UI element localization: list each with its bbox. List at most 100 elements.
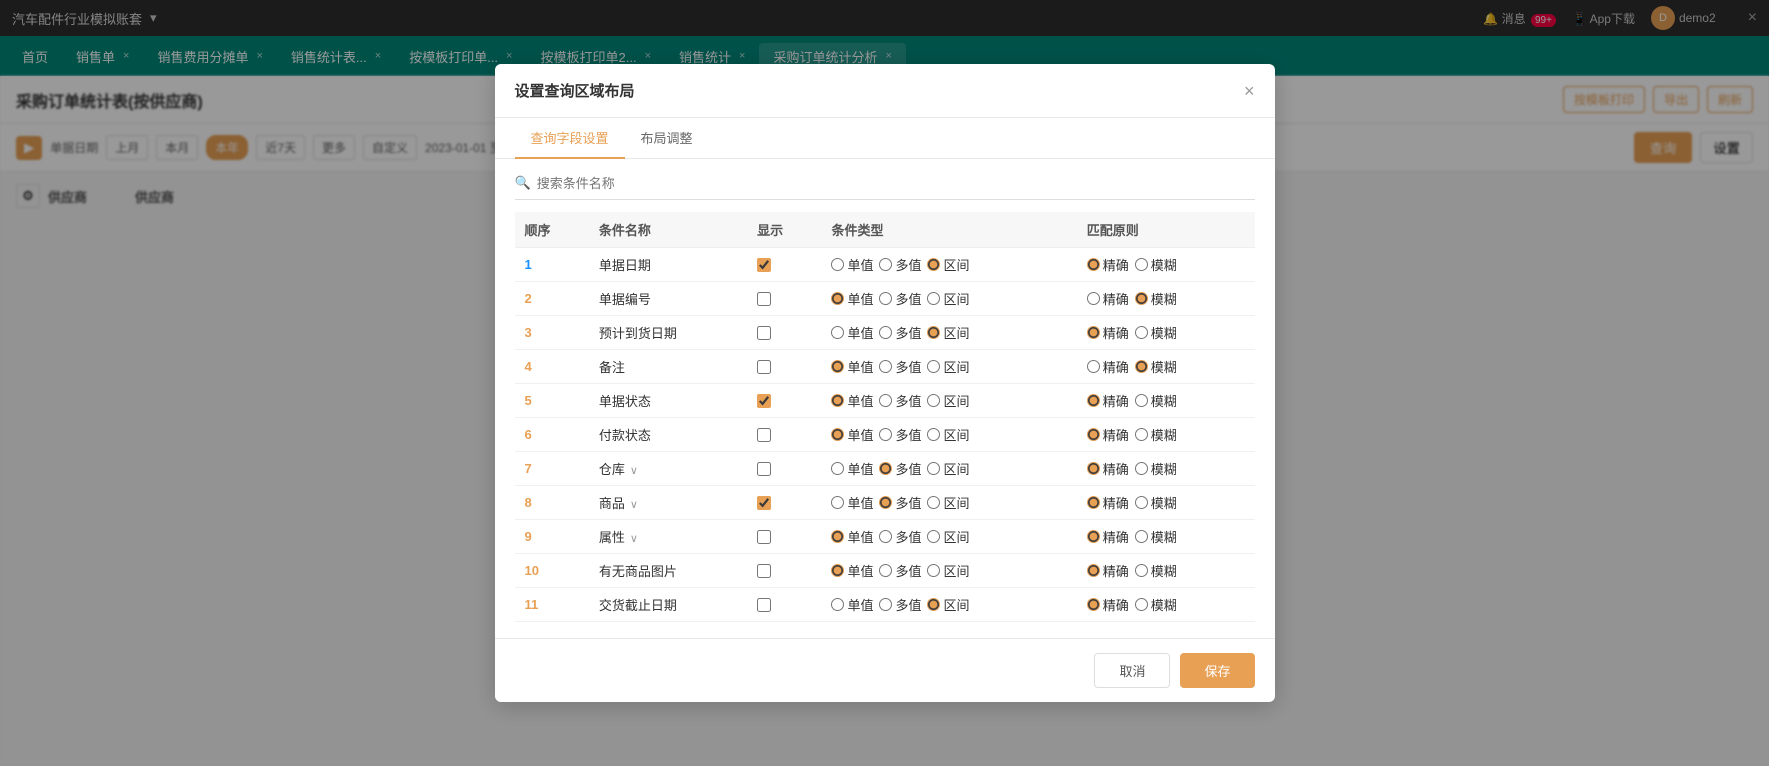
match-radio-item[interactable]: 模糊	[1135, 323, 1177, 342]
display-checkbox[interactable]	[757, 326, 771, 340]
table-row: 11交货截止日期单值多值区间精确模糊	[515, 588, 1255, 622]
type-radio-item[interactable]: 区间	[927, 255, 969, 274]
match-radio-item[interactable]: 模糊	[1135, 391, 1177, 410]
match-radio-item[interactable]: 模糊	[1135, 357, 1177, 376]
match-radio-item[interactable]: 精确	[1087, 391, 1129, 410]
type-radio-item[interactable]: 区间	[927, 391, 969, 410]
row-display	[747, 248, 821, 282]
row-match: 精确模糊	[1077, 350, 1255, 384]
type-radio-item[interactable]: 多值	[879, 289, 921, 308]
row-display	[747, 520, 821, 554]
type-radio-item[interactable]: 单值	[831, 255, 873, 274]
row-display	[747, 486, 821, 520]
type-radio-item[interactable]: 单值	[831, 527, 873, 546]
type-radio-item[interactable]: 多值	[879, 255, 921, 274]
table-row: 6付款状态 单值多值区间 精确模糊	[515, 418, 1255, 452]
row-name: 单据日期	[589, 248, 747, 282]
row-display	[747, 418, 821, 452]
type-radio-item[interactable]: 区间	[927, 425, 969, 444]
display-checkbox[interactable]	[757, 564, 771, 578]
match-radio-item[interactable]: 模糊	[1135, 493, 1177, 512]
type-radio-item[interactable]: 区间	[927, 493, 969, 512]
table-row: 4备注单值多值区间精确模糊	[515, 350, 1255, 384]
row-name: 付款状态	[589, 418, 747, 452]
row-type: 单值多值区间	[821, 316, 1076, 350]
modal-tab-query-fields[interactable]: 查询字段设置	[515, 118, 625, 159]
type-radio-item[interactable]: 区间	[927, 357, 969, 376]
row-order: 6	[515, 418, 589, 452]
match-radio-item[interactable]: 模糊	[1135, 289, 1177, 308]
type-radio-item[interactable]: 多值	[879, 459, 921, 478]
display-checkbox[interactable]	[757, 258, 771, 272]
type-radio-item[interactable]: 单值	[831, 595, 873, 614]
type-radio-item[interactable]: 单值	[831, 391, 873, 410]
save-btn[interactable]: 保存	[1180, 653, 1254, 688]
type-radio-item[interactable]: 多值	[879, 391, 921, 410]
type-radio-item[interactable]: 单值	[831, 323, 873, 342]
row-type: 单值多值区间	[821, 282, 1076, 316]
type-radio-item[interactable]: 单值	[831, 289, 873, 308]
row-order: 3	[515, 316, 589, 350]
modal-footer: 取消 保存	[495, 638, 1275, 702]
display-checkbox[interactable]	[757, 530, 771, 544]
match-radio-item[interactable]: 精确	[1087, 493, 1129, 512]
display-checkbox[interactable]	[757, 462, 771, 476]
row-type: 单值多值区间	[821, 588, 1076, 622]
type-radio-item[interactable]: 多值	[879, 527, 921, 546]
type-radio-item[interactable]: 多值	[879, 323, 921, 342]
display-checkbox[interactable]	[757, 292, 771, 306]
type-radio-item[interactable]: 区间	[927, 595, 969, 614]
match-radio-item[interactable]: 精确	[1087, 561, 1129, 580]
row-order: 1	[515, 248, 589, 282]
match-radio-item[interactable]: 精确	[1087, 527, 1129, 546]
modal-tab-layout[interactable]: 布局调整	[625, 118, 709, 159]
match-radio-item[interactable]: 精确	[1087, 323, 1129, 342]
modal-close-btn[interactable]: ×	[1244, 82, 1255, 100]
match-radio-item[interactable]: 精确	[1087, 357, 1129, 376]
type-radio-item[interactable]: 区间	[927, 323, 969, 342]
display-checkbox[interactable]	[757, 598, 771, 612]
type-radio-item[interactable]: 区间	[927, 527, 969, 546]
row-name: 单据状态	[589, 384, 747, 418]
match-radio-item[interactable]: 模糊	[1135, 595, 1177, 614]
type-radio-item[interactable]: 单值	[831, 493, 873, 512]
type-radio-item[interactable]: 多值	[879, 595, 921, 614]
type-radio-item[interactable]: 多值	[879, 561, 921, 580]
row-display	[747, 452, 821, 486]
row-match: 精确模糊	[1077, 452, 1255, 486]
type-radio-item[interactable]: 单值	[831, 425, 873, 444]
match-radio-item[interactable]: 模糊	[1135, 255, 1177, 274]
match-radio-item[interactable]: 精确	[1087, 289, 1129, 308]
match-radio-item[interactable]: 精确	[1087, 595, 1129, 614]
row-name: 仓库 ∨	[589, 452, 747, 486]
search-input[interactable]	[537, 176, 737, 191]
row-name: 有无商品图片	[589, 554, 747, 588]
type-radio-item[interactable]: 多值	[879, 425, 921, 444]
type-radio-item[interactable]: 单值	[831, 561, 873, 580]
match-radio-item[interactable]: 模糊	[1135, 561, 1177, 580]
row-order: 11	[515, 588, 589, 622]
row-match: 精确模糊	[1077, 282, 1255, 316]
match-radio-item[interactable]: 精确	[1087, 425, 1129, 444]
display-checkbox[interactable]	[757, 360, 771, 374]
match-radio-item[interactable]: 模糊	[1135, 527, 1177, 546]
match-radio-item[interactable]: 精确	[1087, 459, 1129, 478]
type-radio-item[interactable]: 单值	[831, 459, 873, 478]
row-name: 单据编号	[589, 282, 747, 316]
type-radio-item[interactable]: 区间	[927, 561, 969, 580]
type-radio-item[interactable]: 多值	[879, 493, 921, 512]
cancel-btn[interactable]: 取消	[1094, 653, 1170, 688]
type-radio-item[interactable]: 区间	[927, 289, 969, 308]
display-checkbox[interactable]	[757, 428, 771, 442]
display-checkbox[interactable]	[757, 394, 771, 408]
row-match: 精确模糊	[1077, 554, 1255, 588]
match-radio-item[interactable]: 模糊	[1135, 459, 1177, 478]
match-radio-item[interactable]: 精确	[1087, 255, 1129, 274]
row-display	[747, 554, 821, 588]
display-checkbox[interactable]	[757, 496, 771, 510]
type-radio-item[interactable]: 区间	[927, 459, 969, 478]
type-radio-item[interactable]: 单值	[831, 357, 873, 376]
type-radio-item[interactable]: 多值	[879, 357, 921, 376]
match-radio-item[interactable]: 模糊	[1135, 425, 1177, 444]
table-row: 2单据编号单值多值区间精确模糊	[515, 282, 1255, 316]
